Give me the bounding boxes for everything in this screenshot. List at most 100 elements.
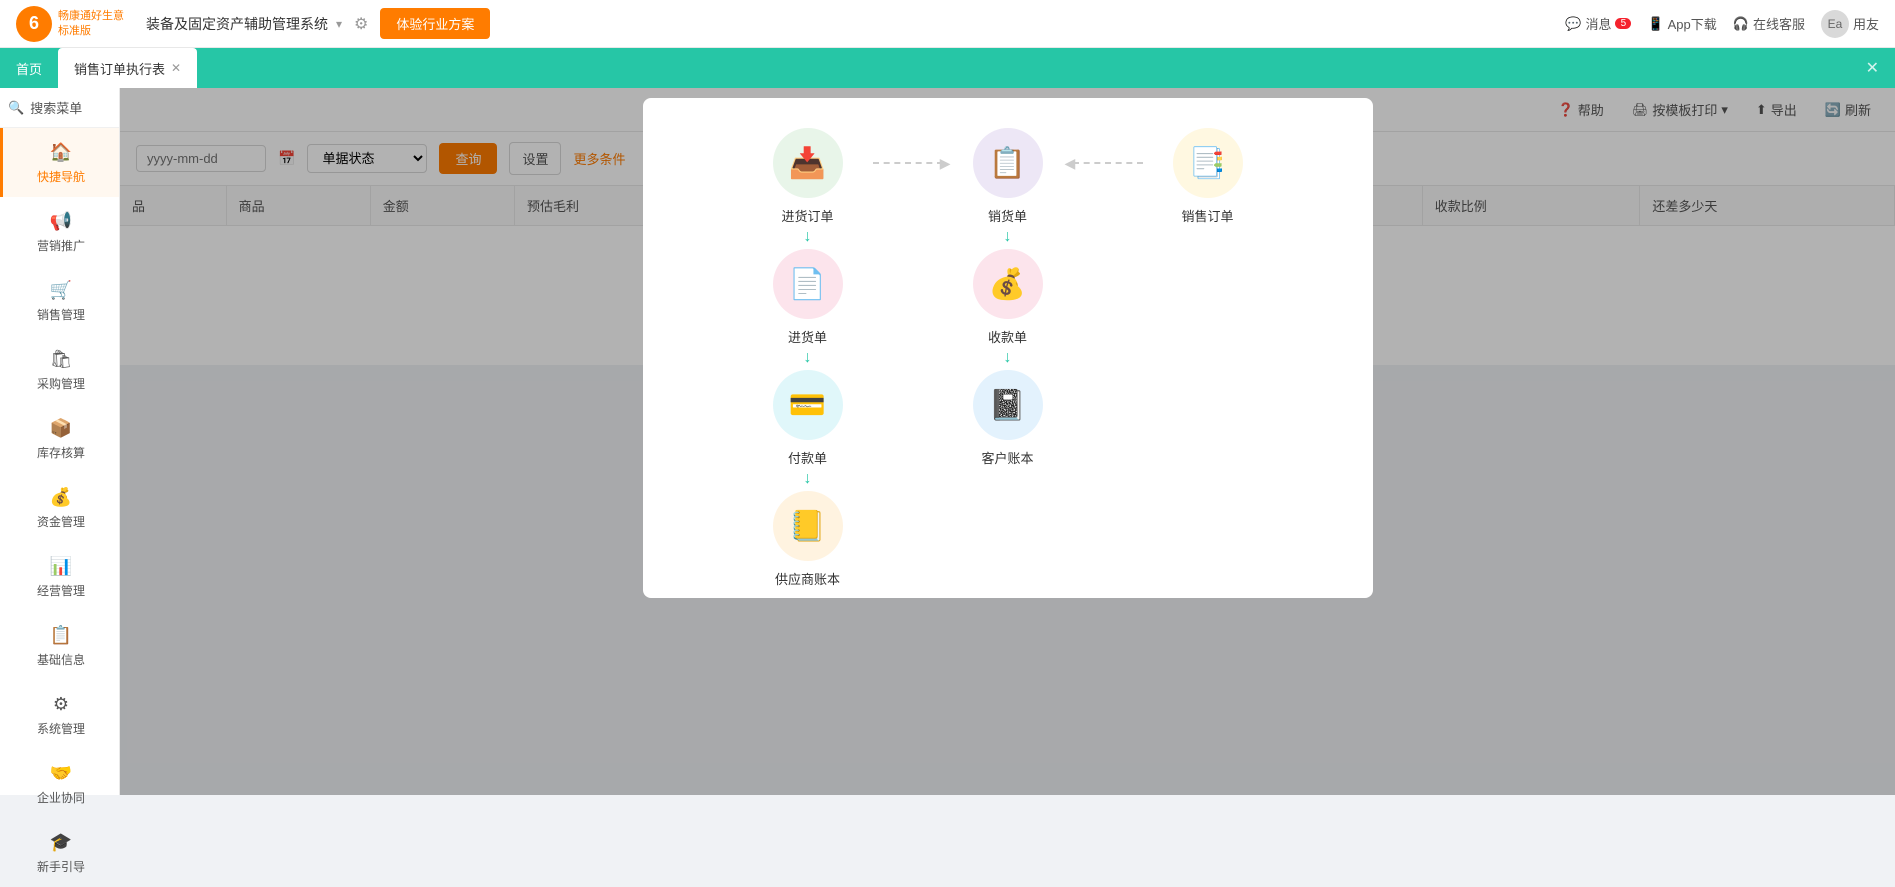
user-label: 用友 [1853, 14, 1879, 33]
sidebar-item-operation[interactable]: 📊 经营管理 [0, 542, 119, 611]
purchase-bill-label: 进货单 [788, 327, 827, 346]
search-menu[interactable]: 🔍 搜索菜单 [0, 88, 119, 128]
dropdown-arrow-icon[interactable]: ▾ [336, 17, 342, 31]
basicinfo-icon: 📋 [49, 623, 73, 647]
tab-home[interactable]: 首页 [0, 48, 58, 88]
close-right-icon[interactable]: ✕ [1866, 58, 1895, 78]
settings-icon[interactable]: ⚙ [354, 14, 368, 34]
logo-icon: 6 [16, 6, 52, 42]
payment-bill-item[interactable]: 💳 付款单 [748, 370, 868, 467]
purchase-order-icon: 📥 [789, 146, 826, 181]
sales-bill-label: 销货单 [988, 206, 1027, 225]
arrow-down-4: ↓ [1004, 229, 1012, 245]
quick-guide-label: 快捷导航 [37, 168, 85, 185]
message-icon: 💬 [1565, 16, 1581, 32]
h-arrow-2: ◀ [1073, 162, 1143, 164]
enterprise-icon: 🤝 [49, 761, 73, 785]
header-right: 💬 消息 5 📱 App下载 🎧 在线客服 Ea 用友 [1565, 10, 1879, 38]
left-col: 📥 进货订单 ↓ 📄 进货单 [748, 128, 868, 588]
system-title-area: 装备及固定资产辅助管理系统 ▾ ⚙ 体验行业方案 [146, 8, 1565, 39]
system-label: 系统管理 [37, 720, 85, 737]
sidebar-item-inventory[interactable]: 📦 库存核算 [0, 404, 119, 473]
customer-ledger-circle[interactable]: 📓 [973, 370, 1043, 440]
payment-bill-circle[interactable]: 💳 [773, 370, 843, 440]
customer-ledger-label: 客户账本 [981, 448, 1033, 467]
newbie-label: 新手引导 [37, 858, 85, 875]
flow-diagram: 📥 进货订单 ↓ 📄 进货单 [673, 128, 1343, 588]
app-download-label: App下载 [1668, 14, 1717, 33]
sidebar: 🔍 搜索菜单 🏠 快捷导航 📢 营销推广 🛒 销售管理 🛍 采购管理 📦 库存核… [0, 88, 120, 795]
inventory-icon: 📦 [49, 416, 73, 440]
receipt-bill-item[interactable]: 💰 收款单 [948, 249, 1068, 346]
app-download-item[interactable]: 📱 App下载 [1647, 14, 1716, 33]
operation-icon: 📊 [49, 554, 73, 578]
sidebar-item-purchase[interactable]: 🛍 采购管理 [0, 335, 119, 404]
popup-overlay[interactable]: 📥 进货订单 ↓ 📄 进货单 [120, 88, 1895, 795]
payment-bill-label: 付款单 [788, 448, 827, 467]
arrows-col-2: ◀ [1068, 128, 1148, 588]
sales-order-circle[interactable]: 📑 [1173, 128, 1243, 198]
sales-label: 销售管理 [37, 306, 85, 323]
system-title: 装备及固定资产辅助管理系统 [146, 14, 328, 34]
supplier-ledger-icon: 📒 [789, 509, 826, 544]
purchase-order-circle[interactable]: 📥 [773, 128, 843, 198]
logo-area: 6 畅康通好生意标准版 [16, 6, 136, 42]
user-item[interactable]: Ea 用友 [1821, 10, 1879, 38]
sidebar-item-marketing[interactable]: 📢 营销推广 [0, 197, 119, 266]
quick-guide-icon: 🏠 [49, 140, 73, 164]
sales-order-label: 销售订单 [1181, 206, 1233, 225]
enterprise-label: 企业协同 [37, 789, 85, 806]
popup-box: 📥 进货订单 ↓ 📄 进货单 [643, 98, 1373, 598]
right-col: 📋 销货单 ↓ 💰 收款单 [948, 128, 1068, 588]
arrows-col: ▶ [868, 128, 948, 588]
tab-sales-order[interactable]: 销售订单执行表 ✕ [58, 48, 197, 88]
purchase-bill-icon: 📄 [789, 267, 826, 302]
receipt-bill-circle[interactable]: 💰 [973, 249, 1043, 319]
finance-icon: 💰 [49, 485, 73, 509]
content-area: ❓ 帮助 🖨 按模板打印 ▾ ⬆ 导出 🔄 刷新 📅 单据状态 [120, 88, 1895, 795]
supplier-ledger-circle[interactable]: 📒 [773, 491, 843, 561]
purchase-order-item[interactable]: 📥 进货订单 [748, 128, 868, 225]
app-icon: 📱 [1647, 16, 1663, 32]
far-right-col: 📑 销售订单 [1148, 128, 1268, 588]
sales-bill-icon: 📋 [989, 146, 1026, 181]
sidebar-item-finance[interactable]: 💰 资金管理 [0, 473, 119, 542]
main-layout: 🔍 搜索菜单 🏠 快捷导航 📢 营销推广 🛒 销售管理 🛍 采购管理 📦 库存核… [0, 88, 1895, 795]
purchase-icon: 🛍 [49, 347, 73, 371]
purchase-label: 采购管理 [37, 375, 85, 392]
arrow-down-5: ↓ [1004, 350, 1012, 366]
sales-bill-item[interactable]: 📋 销货单 [948, 128, 1068, 225]
supplier-ledger-item[interactable]: 📒 供应商账本 [748, 491, 868, 588]
basicinfo-label: 基础信息 [37, 651, 85, 668]
tab-close-icon[interactable]: ✕ [171, 61, 181, 75]
logo-text: 畅康通好生意标准版 [58, 9, 124, 38]
try-btn[interactable]: 体验行业方案 [380, 8, 490, 39]
h-arrow-1: ▶ [873, 162, 943, 164]
online-service-item[interactable]: 🎧 在线客服 [1733, 14, 1805, 33]
online-service-label: 在线客服 [1753, 14, 1805, 33]
newbie-icon: 🎓 [49, 830, 73, 854]
purchase-bill-circle[interactable]: 📄 [773, 249, 843, 319]
arrow-down-1: ↓ [804, 229, 812, 245]
top-header: 6 畅康通好生意标准版 装备及固定资产辅助管理系统 ▾ ⚙ 体验行业方案 💬 消… [0, 0, 1895, 48]
sales-order-item[interactable]: 📑 销售订单 [1148, 128, 1268, 225]
search-icon: 🔍 [8, 100, 24, 116]
sidebar-item-system[interactable]: ⚙ 系统管理 [0, 680, 119, 749]
customer-ledger-item[interactable]: 📓 客户账本 [948, 370, 1068, 467]
sidebar-item-newbie[interactable]: 🎓 新手引导 [0, 818, 119, 887]
finance-label: 资金管理 [37, 513, 85, 530]
marketing-icon: 📢 [49, 209, 73, 233]
message-item[interactable]: 💬 消息 5 [1565, 14, 1631, 33]
purchase-bill-item[interactable]: 📄 进货单 [748, 249, 868, 346]
system-icon: ⚙ [49, 692, 73, 716]
sales-order-icon: 📑 [1189, 146, 1226, 181]
sidebar-item-quick-guide[interactable]: 🏠 快捷导航 [0, 128, 119, 197]
sidebar-item-enterprise[interactable]: 🤝 企业协同 [0, 749, 119, 818]
service-icon: 🎧 [1733, 16, 1749, 32]
sales-bill-circle[interactable]: 📋 [973, 128, 1043, 198]
sidebar-item-basicinfo[interactable]: 📋 基础信息 [0, 611, 119, 680]
search-menu-label: 搜索菜单 [30, 98, 82, 117]
sidebar-item-sales[interactable]: 🛒 销售管理 [0, 266, 119, 335]
tab-bar: 首页 销售订单执行表 ✕ ✕ [0, 48, 1895, 88]
payment-bill-icon: 💳 [789, 388, 826, 423]
